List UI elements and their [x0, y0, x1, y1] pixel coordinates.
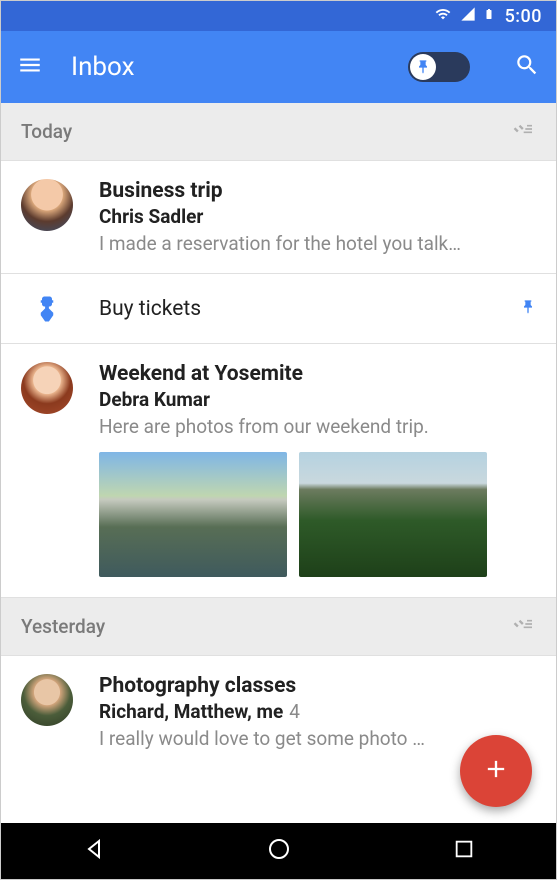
reminder-item-buy-tickets[interactable]: Buy tickets	[1, 274, 556, 344]
avatar	[21, 362, 73, 414]
compose-fab[interactable]	[460, 735, 532, 807]
page-title: Inbox	[71, 52, 380, 82]
pinned-toggle-thumb	[410, 54, 436, 80]
section-label: Today	[21, 120, 508, 143]
email-sender: Richard, Matthew, me4	[99, 700, 536, 723]
email-title: Photography classes	[99, 674, 536, 698]
status-bar: 5:00	[1, 1, 556, 31]
menu-icon[interactable]	[17, 52, 43, 82]
avatar	[21, 179, 73, 231]
attachment-thumbnail[interactable]	[299, 452, 487, 577]
nav-back-icon[interactable]	[82, 837, 106, 865]
nav-home-icon[interactable]	[267, 837, 291, 865]
email-snippet: Here are photos from our weekend trip.	[99, 415, 536, 438]
nav-recent-icon[interactable]	[453, 838, 475, 864]
cell-signal-icon	[459, 6, 477, 27]
email-sender: Chris Sadler	[99, 205, 536, 228]
email-item-business-trip[interactable]: Business trip Chris Sadler I made a rese…	[1, 161, 556, 274]
thread-count: 4	[289, 700, 300, 723]
avatar-image	[21, 674, 73, 726]
pin-icon	[520, 297, 536, 321]
email-item-yosemite[interactable]: Weekend at Yosemite Debra Kumar Here are…	[1, 344, 556, 598]
email-title: Weekend at Yosemite	[99, 362, 536, 386]
section-label: Yesterday	[21, 615, 508, 638]
section-header-yesterday: Yesterday	[1, 598, 556, 656]
email-sender: Debra Kumar	[99, 388, 536, 411]
plus-icon	[482, 750, 510, 792]
reminder-icon	[21, 283, 73, 335]
sweep-icon[interactable]	[508, 119, 536, 144]
android-nav-bar	[1, 823, 556, 879]
reminder-label: Buy tickets	[99, 297, 520, 321]
app-bar: Inbox	[1, 31, 556, 103]
search-icon[interactable]	[514, 52, 540, 82]
status-time: 5:00	[505, 6, 542, 27]
pinned-toggle[interactable]	[408, 52, 470, 82]
battery-icon	[483, 5, 495, 28]
section-header-today: Today	[1, 103, 556, 161]
avatar-image	[21, 362, 73, 414]
email-snippet: I made a reservation for the hotel you t…	[99, 232, 536, 255]
avatar-image	[21, 179, 73, 231]
attachment-thumbnail[interactable]	[99, 452, 287, 577]
wifi-icon	[433, 6, 453, 27]
sweep-icon[interactable]	[508, 614, 536, 639]
email-title: Business trip	[99, 179, 536, 203]
avatar	[21, 674, 73, 726]
